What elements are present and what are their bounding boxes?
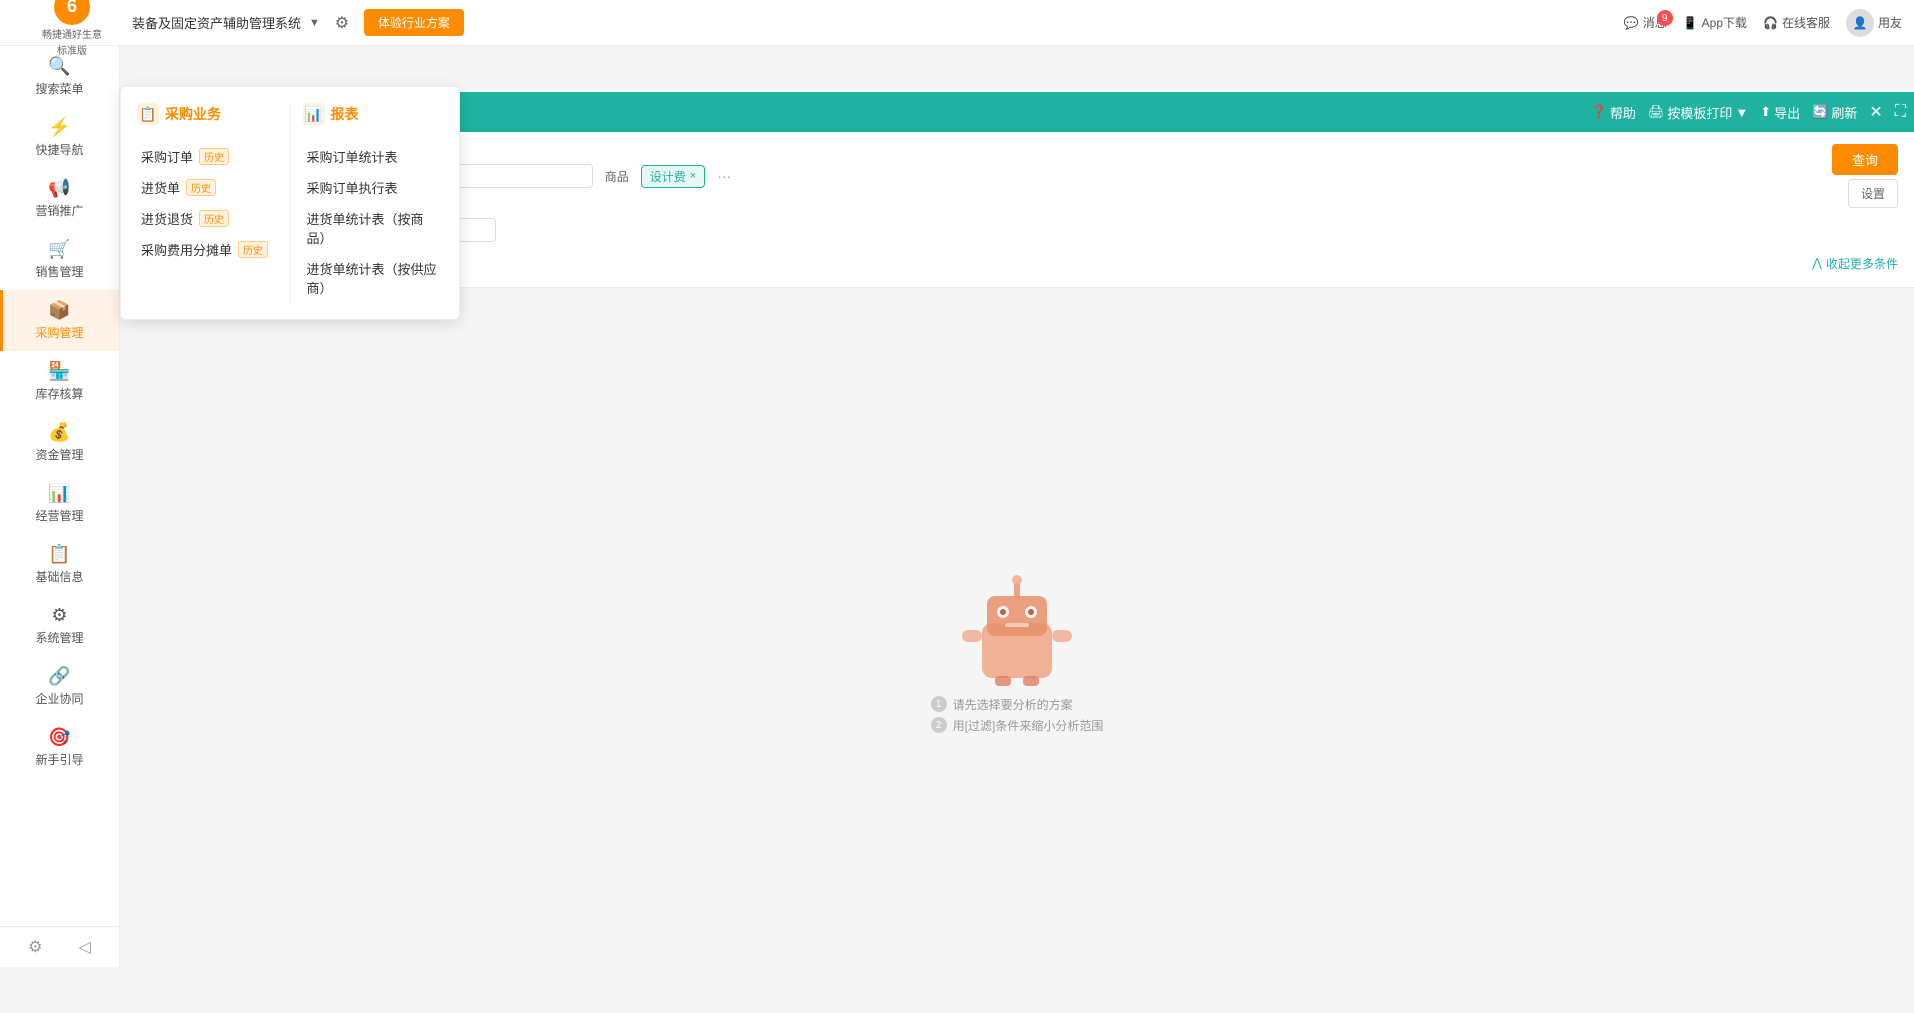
- purchase-expense-history-badge: 历史: [238, 241, 268, 258]
- purchase-col-icon: 📋: [137, 103, 159, 125]
- po-exec-label: 采购订单执行表: [307, 178, 398, 197]
- purchase-expense-label: 采购费用分摊单: [141, 240, 232, 259]
- dropdown-item-purchase-order[interactable]: 采购订单 历史: [137, 141, 278, 172]
- reports-col-icon: 📊: [303, 103, 325, 125]
- dropdown-columns: 📋 采购业务 采购订单 历史 进货单 历史 进货退货 历史 采购费用分摊单 历史: [137, 103, 443, 303]
- purchase-order-label: 采购订单: [141, 147, 193, 166]
- dropdown-col1-header: 📋 采购业务: [137, 103, 278, 131]
- dropdown-item-po-exec[interactable]: 采购订单执行表: [303, 172, 444, 203]
- goods-return-history-badge: 历史: [199, 210, 229, 227]
- dropdown-item-goods-return[interactable]: 进货退货 历史: [137, 203, 278, 234]
- po-stats-label: 采购订单统计表: [307, 147, 398, 166]
- goods-stats-product-label: 进货单统计表（按商品）: [307, 209, 440, 247]
- dropdown-col-purchase: 📋 采购业务 采购订单 历史 进货单 历史 进货退货 历史 采购费用分摊单 历史: [137, 103, 278, 303]
- dropdown-col1-title: 采购业务: [165, 104, 221, 124]
- dropdown-item-goods-stats-supplier[interactable]: 进货单统计表（按供应商）: [303, 253, 444, 303]
- purchase-dropdown-menu: 📋 采购业务 采购订单 历史 进货单 历史 进货退货 历史 采购费用分摊单 历史: [120, 86, 460, 320]
- dropdown-col2-title: 报表: [331, 104, 359, 124]
- dropdown-col2-header: 📊 报表: [303, 103, 444, 131]
- dropdown-col-reports: 📊 报表 采购订单统计表 采购订单执行表 进货单统计表（按商品） 进货单统计表（…: [303, 103, 444, 303]
- goods-receipt-label: 进货单: [141, 178, 180, 197]
- dropdown-item-purchase-expense[interactable]: 采购费用分摊单 历史: [137, 234, 278, 265]
- dropdown-item-goods-stats-product[interactable]: 进货单统计表（按商品）: [303, 203, 444, 253]
- purchase-order-history-badge: 历史: [199, 148, 229, 165]
- dropdown-item-goods-receipt[interactable]: 进货单 历史: [137, 172, 278, 203]
- goods-return-label: 进货退货: [141, 209, 193, 228]
- dropdown-item-po-stats[interactable]: 采购订单统计表: [303, 141, 444, 172]
- dropdown-divider: [290, 103, 291, 303]
- goods-stats-supplier-label: 进货单统计表（按供应商）: [307, 259, 440, 297]
- goods-receipt-history-badge: 历史: [186, 179, 216, 196]
